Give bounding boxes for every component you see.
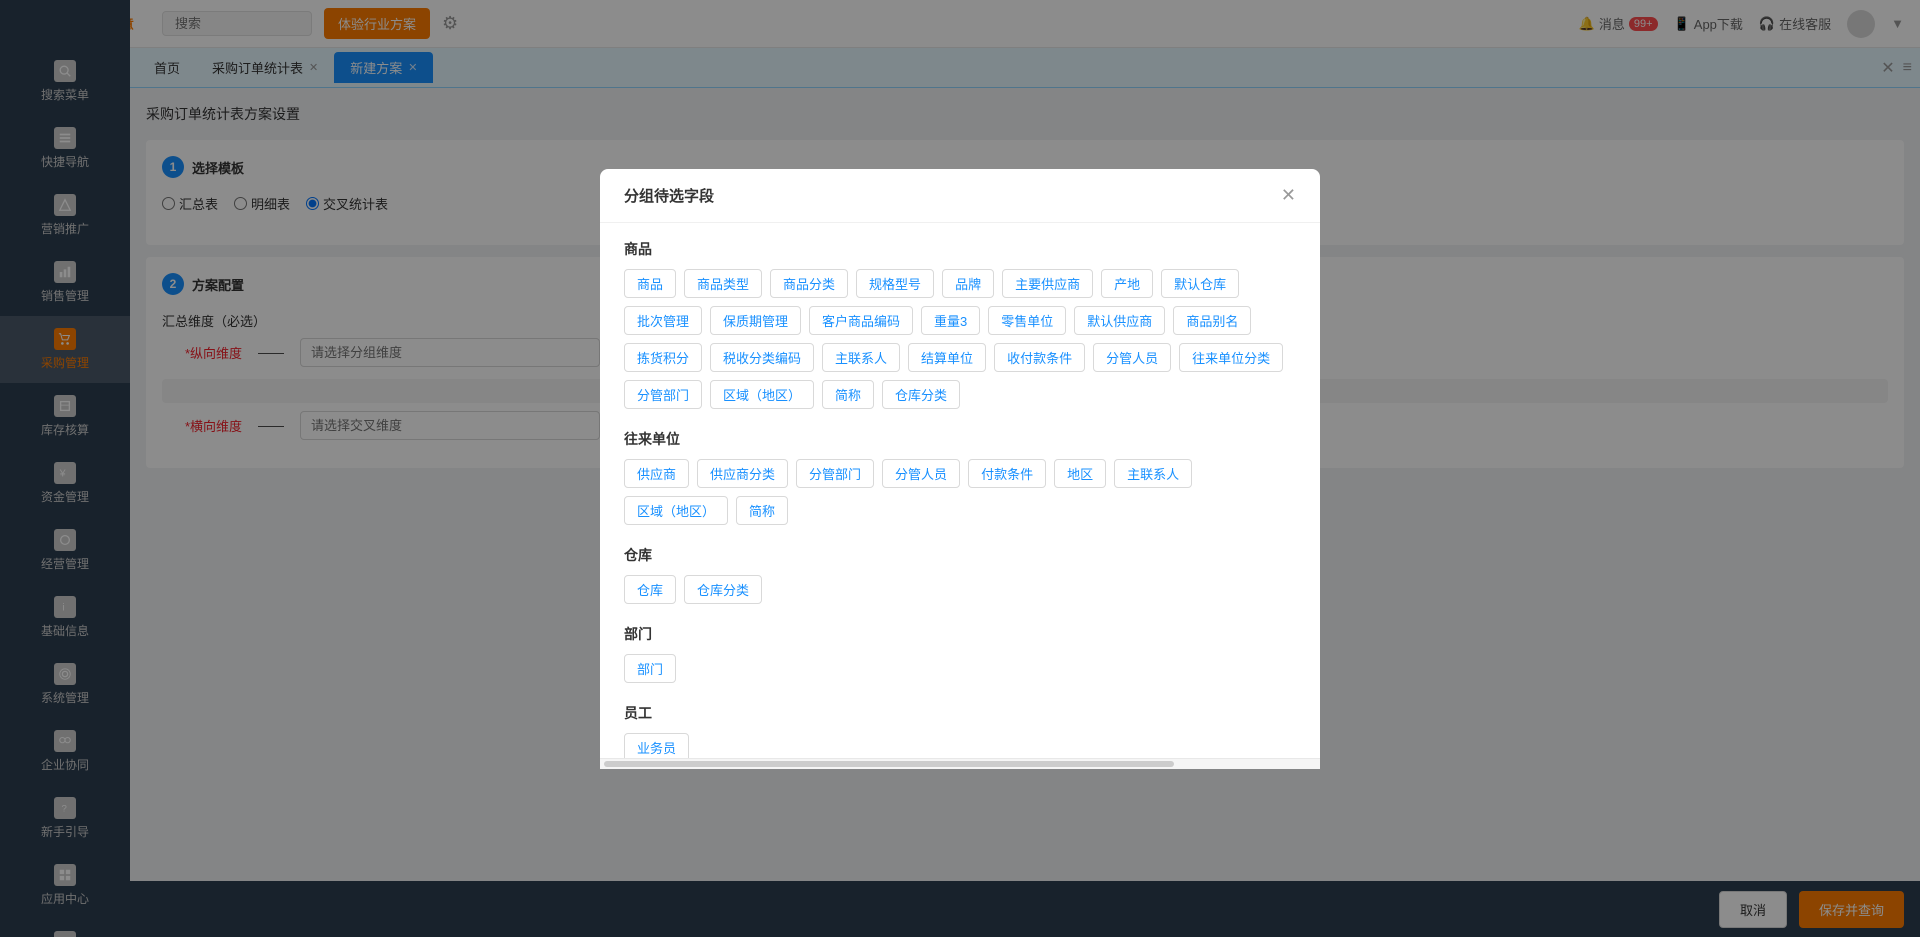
field-tag[interactable]: 产地 bbox=[1101, 269, 1153, 298]
modal-header: 分组待选字段 ✕ bbox=[600, 169, 1320, 223]
field-tag[interactable]: 分管人员 bbox=[882, 459, 960, 488]
field-tags-goods: 商品 商品类型 商品分类 规格型号 品牌 主要供应商 产地 默认仓库 批次管理 … bbox=[624, 269, 1296, 409]
field-tag[interactable]: 分管部门 bbox=[796, 459, 874, 488]
field-tag[interactable]: 收付款条件 bbox=[994, 343, 1085, 372]
field-tag[interactable]: 零售单位 bbox=[988, 306, 1066, 335]
field-section-partner: 往来单位 供应商 供应商分类 分管部门 分管人员 付款条件 地区 主联系人 区域… bbox=[624, 429, 1296, 525]
field-tag[interactable]: 付款条件 bbox=[968, 459, 1046, 488]
field-tag[interactable]: 拣货积分 bbox=[624, 343, 702, 372]
field-tag[interactable]: 仓库 bbox=[624, 575, 676, 604]
field-tag[interactable]: 重量3 bbox=[921, 306, 980, 335]
field-tag[interactable]: 规格型号 bbox=[856, 269, 934, 298]
field-tags-staff: 业务员 bbox=[624, 733, 1296, 758]
field-tag[interactable]: 结算单位 bbox=[908, 343, 986, 372]
field-tag[interactable]: 仓库分类 bbox=[882, 380, 960, 409]
modal-dialog: 分组待选字段 ✕ 商品 商品 商品类型 商品分类 规格型号 品牌 主要供应商 产… bbox=[600, 169, 1320, 769]
field-tag[interactable]: 默认供应商 bbox=[1074, 306, 1165, 335]
field-tag[interactable]: 部门 bbox=[624, 654, 676, 683]
field-tag[interactable]: 地区 bbox=[1054, 459, 1106, 488]
field-tag[interactable]: 税收分类编码 bbox=[710, 343, 814, 372]
field-section-staff: 员工 业务员 bbox=[624, 703, 1296, 758]
modal-body: 商品 商品 商品类型 商品分类 规格型号 品牌 主要供应商 产地 默认仓库 批次… bbox=[600, 223, 1320, 758]
modal-overlay: 分组待选字段 ✕ 商品 商品 商品类型 商品分类 规格型号 品牌 主要供应商 产… bbox=[0, 0, 1920, 937]
modal-title: 分组待选字段 bbox=[624, 185, 714, 206]
field-tag[interactable]: 供应商分类 bbox=[697, 459, 788, 488]
field-tags-warehouse: 仓库 仓库分类 bbox=[624, 575, 1296, 604]
field-tag[interactable]: 商品别名 bbox=[1173, 306, 1251, 335]
field-tag[interactable]: 主联系人 bbox=[1114, 459, 1192, 488]
field-tag[interactable]: 客户商品编码 bbox=[809, 306, 913, 335]
field-section-goods: 商品 商品 商品类型 商品分类 规格型号 品牌 主要供应商 产地 默认仓库 批次… bbox=[624, 239, 1296, 409]
field-tag[interactable]: 仓库分类 bbox=[684, 575, 762, 604]
field-section-warehouse-title: 仓库 bbox=[624, 545, 1296, 565]
field-tag[interactable]: 往来单位分类 bbox=[1179, 343, 1283, 372]
field-tag[interactable]: 主要供应商 bbox=[1002, 269, 1093, 298]
field-tag[interactable]: 区域（地区） bbox=[624, 496, 728, 525]
field-section-dept-title: 部门 bbox=[624, 624, 1296, 644]
field-section-goods-title: 商品 bbox=[624, 239, 1296, 259]
field-tags-dept: 部门 bbox=[624, 654, 1296, 683]
field-tag[interactable]: 品牌 bbox=[942, 269, 994, 298]
field-tag[interactable]: 商品分类 bbox=[770, 269, 848, 298]
field-tag[interactable]: 分管人员 bbox=[1093, 343, 1171, 372]
field-section-partner-title: 往来单位 bbox=[624, 429, 1296, 449]
modal-horizontal-scrollbar[interactable] bbox=[600, 758, 1320, 769]
field-section-dept: 部门 部门 bbox=[624, 624, 1296, 683]
field-tag[interactable]: 分管部门 bbox=[624, 380, 702, 409]
field-tags-partner: 供应商 供应商分类 分管部门 分管人员 付款条件 地区 主联系人 区域（地区） … bbox=[624, 459, 1296, 525]
field-section-staff-title: 员工 bbox=[624, 703, 1296, 723]
field-tag[interactable]: 商品类型 bbox=[684, 269, 762, 298]
field-section-warehouse: 仓库 仓库 仓库分类 bbox=[624, 545, 1296, 604]
field-tag[interactable]: 供应商 bbox=[624, 459, 689, 488]
scrollbar-thumb bbox=[604, 761, 1174, 767]
field-tag[interactable]: 简称 bbox=[736, 496, 788, 525]
field-tag[interactable]: 保质期管理 bbox=[710, 306, 801, 335]
field-tag[interactable]: 主联系人 bbox=[822, 343, 900, 372]
field-tag[interactable]: 商品 bbox=[624, 269, 676, 298]
field-tag[interactable]: 默认仓库 bbox=[1161, 269, 1239, 298]
field-tag[interactable]: 业务员 bbox=[624, 733, 689, 758]
field-tag[interactable]: 区域（地区） bbox=[710, 380, 814, 409]
field-tag[interactable]: 批次管理 bbox=[624, 306, 702, 335]
field-tag[interactable]: 简称 bbox=[822, 380, 874, 409]
modal-close-button[interactable]: ✕ bbox=[1281, 186, 1296, 204]
